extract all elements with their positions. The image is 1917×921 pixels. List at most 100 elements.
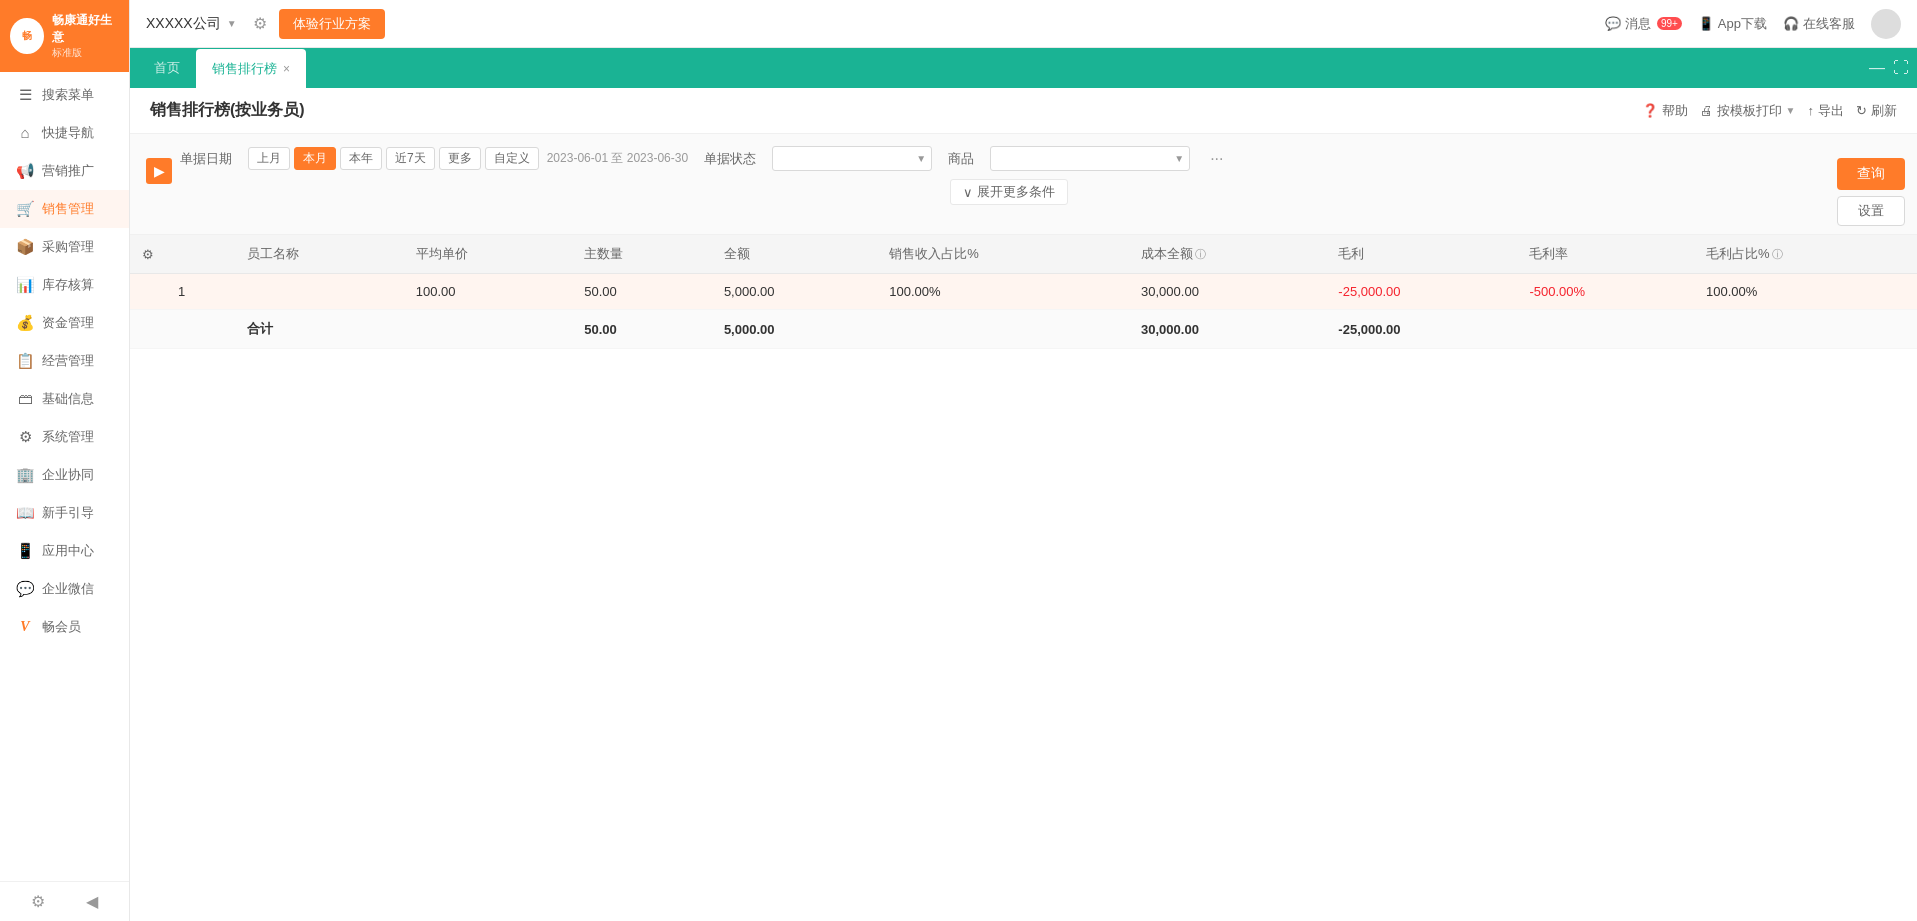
- print-dropdown-icon: ▼: [1786, 105, 1796, 116]
- col-sales-pct: 销售收入占比%: [877, 235, 1129, 274]
- data-table: ⚙ 员工名称 平均单价 主数量 全额 销售收入占比% 成本全额ⓘ 毛利: [130, 235, 1917, 349]
- app-download-icon: 📱: [1698, 16, 1714, 31]
- sidebar-item-marketing[interactable]: 📢 营销推广: [0, 152, 129, 190]
- tab-close-icon[interactable]: ×: [283, 62, 290, 76]
- row-gross-rate: -500.00%: [1517, 274, 1694, 310]
- sidebar-item-label: 系统管理: [42, 428, 94, 446]
- status-select[interactable]: [772, 146, 932, 171]
- sidebar-item-label: 销售管理: [42, 200, 94, 218]
- trial-button[interactable]: 体验行业方案: [279, 9, 385, 39]
- topbar-right: 💬 消息 99+ 📱 App下载 🎧 在线客服: [1605, 9, 1901, 39]
- sidebar-item-label: 采购管理: [42, 238, 94, 256]
- tab-maximize-icon[interactable]: ⛶: [1893, 59, 1909, 77]
- sidebar-item-quicknav[interactable]: ⌂ 快捷导航: [0, 114, 129, 152]
- notification-label: 消息: [1625, 15, 1651, 33]
- sidebar-item-sales[interactable]: 🛒 销售管理: [0, 190, 129, 228]
- prev-month-btn[interactable]: 上月: [248, 147, 290, 170]
- cost-info-icon[interactable]: ⓘ: [1195, 248, 1206, 260]
- current-year-btn[interactable]: 本年: [340, 147, 382, 170]
- col-cost: 成本全额ⓘ: [1129, 235, 1326, 274]
- sidebar-item-finance[interactable]: 💰 资金管理: [0, 304, 129, 342]
- table-body: 1 100.00 50.00 5,000.00 100.00% 30,000.0…: [130, 274, 1917, 310]
- footer-gross-pct: [1694, 310, 1917, 349]
- refresh-button[interactable]: ↻ 刷新: [1856, 102, 1897, 120]
- filter-arrow-btn[interactable]: ▶: [146, 158, 172, 184]
- sidebar-item-guide[interactable]: 📖 新手引导: [0, 494, 129, 532]
- inventory-icon: 📊: [16, 276, 34, 294]
- more-filters-icon[interactable]: ···: [1210, 150, 1223, 168]
- more-dates-btn[interactable]: 更多: [439, 147, 481, 170]
- sidebar-item-label: 快捷导航: [42, 124, 94, 142]
- marketing-icon: 📢: [16, 162, 34, 180]
- print-button[interactable]: 🖨 按模板打印 ▼: [1700, 102, 1796, 120]
- status-select-wrapper: ▼: [772, 146, 932, 171]
- sidebar-item-system[interactable]: ⚙ 系统管理: [0, 418, 129, 456]
- help-button[interactable]: ❓ 帮助: [1642, 102, 1688, 120]
- row-avg-price: 100.00: [404, 274, 572, 310]
- company-selector[interactable]: XXXXX公司 ▼: [146, 15, 237, 33]
- company-name: XXXXX公司: [146, 15, 221, 33]
- col-gross: 毛利: [1326, 235, 1517, 274]
- sidebar-item-label: 库存核算: [42, 276, 94, 294]
- app-download-item[interactable]: 📱 App下载: [1698, 15, 1767, 33]
- sidebar-item-appcenter[interactable]: 📱 应用中心: [0, 532, 129, 570]
- company-dropdown-icon: ▼: [227, 18, 237, 29]
- goods-select[interactable]: [990, 146, 1190, 171]
- row-cost: 30,000.00: [1129, 274, 1326, 310]
- table-settings-icon[interactable]: ⚙: [142, 247, 154, 262]
- settings-button[interactable]: 设置: [1837, 196, 1905, 226]
- sidebar-settings-icon[interactable]: ⚙: [31, 892, 45, 911]
- col-amount: 全额: [712, 235, 877, 274]
- filter-container: ▶ 单据日期 上月 本月 本年 近7天 更多 自定义 2023-06-: [130, 146, 1917, 226]
- footer-avg-price: [404, 310, 572, 349]
- sidebar-item-operations[interactable]: 📋 经营管理: [0, 342, 129, 380]
- topbar-settings-icon[interactable]: ⚙: [253, 14, 267, 33]
- last-7-days-btn[interactable]: 近7天: [386, 147, 435, 170]
- sidebar-item-search[interactable]: ☰ 搜索菜单: [0, 76, 129, 114]
- sidebar-item-inventory[interactable]: 📊 库存核算: [0, 266, 129, 304]
- tab-sales-ranking-label: 销售排行榜: [212, 60, 277, 78]
- export-button[interactable]: ↑ 导出: [1808, 102, 1845, 120]
- footer-gross-rate: [1517, 310, 1694, 349]
- col-settings: ⚙: [130, 235, 166, 274]
- system-icon: ⚙: [16, 428, 34, 446]
- topbar: XXXXX公司 ▼ ⚙ 体验行业方案 💬 消息 99+ 📱 App下载 🎧 在线…: [130, 0, 1917, 48]
- sidebar-item-wechat[interactable]: 💬 企业微信: [0, 570, 129, 608]
- sidebar-collapse-icon[interactable]: ◀: [86, 892, 98, 911]
- sidebar-nav: ☰ 搜索菜单 ⌂ 快捷导航 📢 营销推广 🛒 销售管理 📦 采购管理 📊 库: [0, 72, 129, 881]
- col-employee: 员工名称: [235, 235, 403, 274]
- date-filters: 上月 本月 本年 近7天 更多 自定义 2023-06-01 至 2023-06…: [248, 147, 688, 170]
- current-month-btn[interactable]: 本月: [294, 147, 336, 170]
- col-gross-rate: 毛利率: [1517, 235, 1694, 274]
- col-avg-price: 平均单价: [404, 235, 572, 274]
- expand-more-btn[interactable]: ∨ 展开更多条件: [950, 179, 1068, 205]
- table-header-row: ⚙ 员工名称 平均单价 主数量 全额 销售收入占比% 成本全额ⓘ 毛利: [130, 235, 1917, 274]
- user-avatar[interactable]: [1871, 9, 1901, 39]
- row-main-qty: 50.00: [572, 274, 712, 310]
- tab-sales-ranking[interactable]: 销售排行榜 ×: [196, 49, 306, 89]
- expand-more-label: 展开更多条件: [977, 183, 1055, 201]
- footer-amount: 5,000.00: [712, 310, 877, 349]
- notification-item[interactable]: 💬 消息 99+: [1605, 15, 1682, 33]
- footer-gross: -25,000.00: [1326, 310, 1517, 349]
- sidebar-item-label: 畅会员: [42, 618, 81, 636]
- help-icon: ❓: [1642, 103, 1658, 118]
- wechat-icon: 💬: [16, 580, 34, 598]
- sidebar-item-member[interactable]: V 畅会员: [0, 608, 129, 646]
- footer-main-qty: 50.00: [572, 310, 712, 349]
- tab-home[interactable]: 首页: [138, 48, 196, 88]
- appcenter-icon: 📱: [16, 542, 34, 560]
- online-service-item[interactable]: 🎧 在线客服: [1783, 15, 1855, 33]
- query-button[interactable]: 查询: [1837, 158, 1905, 190]
- purchase-icon: 📦: [16, 238, 34, 256]
- sidebar-item-enterprise[interactable]: 🏢 企业协同: [0, 456, 129, 494]
- gross-pct-info-icon[interactable]: ⓘ: [1772, 248, 1783, 260]
- sidebar-item-basic[interactable]: 🗃 基础信息: [0, 380, 129, 418]
- custom-date-btn[interactable]: 自定义: [485, 147, 539, 170]
- sidebar-item-purchase[interactable]: 📦 采购管理: [0, 228, 129, 266]
- date-range-display: 2023-06-01 至 2023-06-30: [547, 150, 688, 167]
- row-sales-pct: 100.00%: [877, 274, 1129, 310]
- tab-minimize-icon[interactable]: —: [1869, 59, 1885, 77]
- sales-icon: 🛒: [16, 200, 34, 218]
- sidebar-brand: 畅康通好生意 标准版: [52, 12, 119, 60]
